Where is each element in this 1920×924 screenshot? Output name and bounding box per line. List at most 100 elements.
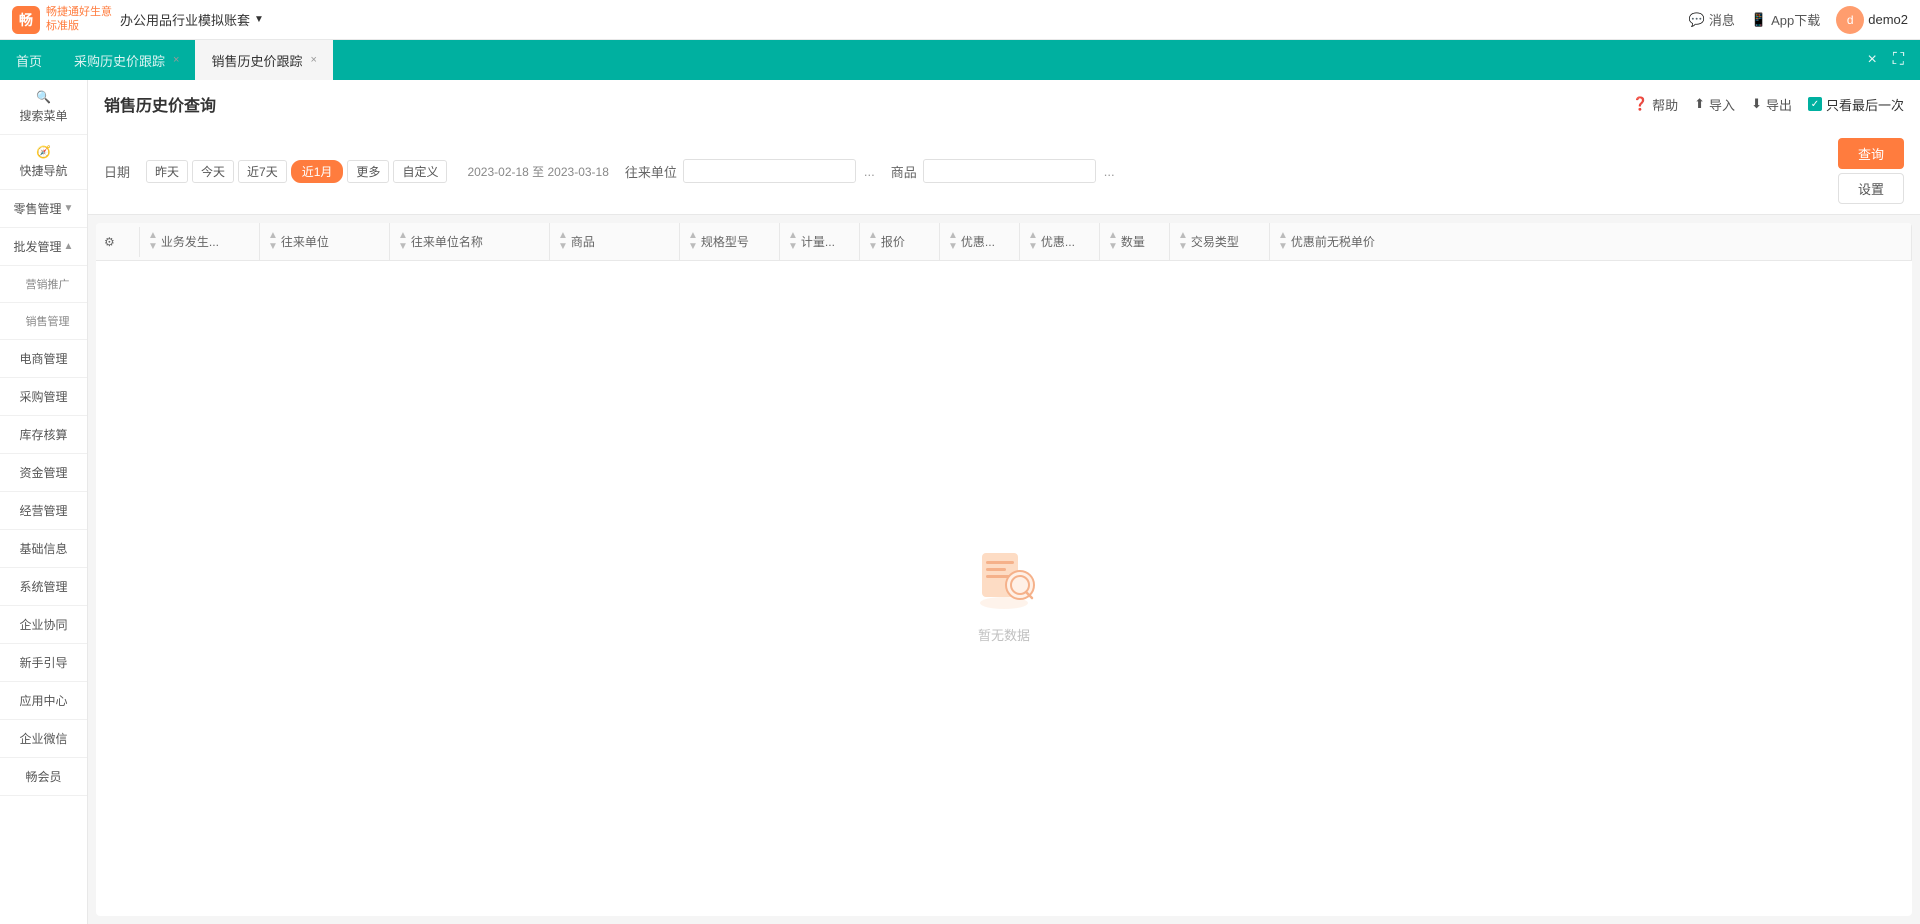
sales-tab-close-icon[interactable]: ×: [310, 54, 316, 66]
table-header: ⚙ ▲▼ 业务发生... ▲▼ 往来单位 ▲▼ 往来单位名称 ▲▼ 商品: [96, 223, 1912, 261]
sidebar-item-inventory[interactable]: 库存核算: [0, 416, 87, 454]
page-actions: ❓ 帮助 ⬆ 导入 ⬇ 导出 ✓ 只看最后一次: [1632, 95, 1904, 114]
disc2-sort-icon: ▲▼: [1028, 231, 1038, 252]
app-download-action[interactable]: 📱 App下载: [1751, 10, 1820, 29]
message-icon: 💬: [1689, 12, 1705, 28]
empty-state: 暂无数据: [96, 261, 1912, 916]
date-sort-icon: ▲▼: [148, 231, 158, 252]
import-button[interactable]: ⬆ 导入: [1694, 95, 1735, 114]
th-quote[interactable]: ▲▼ 报价: [860, 223, 940, 260]
fullscreen-btn[interactable]: ⛶: [1889, 47, 1908, 73]
purchase-tab-label: 采购历史价跟踪: [74, 51, 165, 70]
custom-btn[interactable]: 自定义: [393, 160, 447, 183]
sidebar-item-operations[interactable]: 经营管理: [0, 492, 87, 530]
th-date[interactable]: ▲▼ 业务发生...: [140, 223, 260, 260]
app-title[interactable]: 办公用品行业模拟账套 ▼: [120, 10, 264, 29]
avatar: d: [1836, 6, 1864, 34]
sidebar-item-system[interactable]: 系统管理: [0, 568, 87, 606]
logo-area[interactable]: 畅 畅捷通好生意 标准版: [12, 6, 112, 34]
top-bar-left: 畅 畅捷通好生意 标准版 办公用品行业模拟账套 ▼: [12, 6, 264, 34]
only-last-checkbox[interactable]: ✓: [1808, 97, 1822, 111]
sidebar-item-wechat[interactable]: 企业微信: [0, 720, 87, 758]
empty-icon: [964, 533, 1044, 613]
title-chevron-icon: ▼: [254, 14, 264, 25]
th-qty[interactable]: ▲▼ 数量: [1100, 223, 1170, 260]
logo-text: 畅捷通好生意 标准版: [46, 6, 112, 32]
product-dots-icon[interactable]: ...: [1104, 164, 1115, 179]
qty-sort-icon: ▲▼: [1108, 231, 1118, 252]
sidebar-item-quicknav[interactable]: 🧭 快捷导航: [0, 135, 87, 190]
product-sort-icon: ▲▼: [558, 231, 568, 252]
tab-purchase-history[interactable]: 采购历史价跟踪 ×: [58, 40, 195, 80]
quote-sort-icon: ▲▼: [868, 231, 878, 252]
main-layout: 🔍 搜索菜单 🧭 快捷导航 零售管理 ▼ 批发管理 ▲ 营销推广 销售管理 电商…: [0, 80, 1920, 924]
sidebar-item-search[interactable]: 🔍 搜索菜单: [0, 80, 87, 135]
sidebar-item-purchase[interactable]: 采购管理: [0, 378, 87, 416]
th-disc2[interactable]: ▲▼ 优惠...: [1020, 223, 1100, 260]
sidebar-item-wholesale[interactable]: 批发管理 ▲: [0, 228, 87, 266]
partner-label: 往来单位: [625, 162, 677, 181]
search-icon: 🔍: [36, 90, 51, 104]
yesterday-btn[interactable]: 昨天: [146, 160, 188, 183]
sidebar-item-guide[interactable]: 新手引导: [0, 644, 87, 682]
sidebar-item-finance[interactable]: 资金管理: [0, 454, 87, 492]
th-unit-id[interactable]: ▲▼ 往来单位: [260, 223, 390, 260]
pretax-sort-icon: ▲▼: [1278, 231, 1288, 252]
sidebar-item-cooperation[interactable]: 企业协同: [0, 606, 87, 644]
export-button[interactable]: ⬇ 导出: [1751, 95, 1792, 114]
home-tab-label: 首页: [16, 51, 42, 70]
partner-dots-icon[interactable]: ...: [864, 164, 875, 179]
th-pretax[interactable]: ▲▼ 优惠前无税单价: [1270, 223, 1912, 260]
sidebar-item-salesmgmt[interactable]: 销售管理: [0, 303, 87, 340]
spec-sort-icon: ▲▼: [688, 231, 698, 252]
logo-icon: 畅: [12, 6, 40, 34]
only-last-checkbox-area[interactable]: ✓ 只看最后一次: [1808, 95, 1904, 114]
retail-arrow-icon: ▼: [64, 203, 74, 214]
partner-input[interactable]: [683, 159, 856, 183]
table-container: ⚙ ▲▼ 业务发生... ▲▼ 往来单位 ▲▼ 往来单位名称 ▲▼ 商品: [96, 223, 1912, 916]
close-window-btn[interactable]: ×: [1863, 47, 1880, 73]
sidebar-item-marketing[interactable]: 营销推广: [0, 266, 87, 303]
th-trade-type[interactable]: ▲▼ 交易类型: [1170, 223, 1270, 260]
date-buttons: 昨天 今天 近7天 近1月 更多 自定义: [146, 160, 447, 183]
sidebar-item-appcenter[interactable]: 应用中心: [0, 682, 87, 720]
username[interactable]: demo2: [1868, 12, 1908, 27]
th-unit-name[interactable]: ▲▼ 往来单位名称: [390, 223, 550, 260]
user-area[interactable]: d demo2: [1836, 6, 1908, 34]
query-actions: 查询 设置: [1838, 138, 1904, 204]
product-label: 商品: [891, 162, 917, 181]
tab-bar: 首页 采购历史价跟踪 × 销售历史价跟踪 × × ⛶: [0, 40, 1920, 80]
th-measure[interactable]: ▲▼ 计量...: [780, 223, 860, 260]
setting-button[interactable]: 设置: [1838, 173, 1904, 204]
product-input[interactable]: [923, 159, 1096, 183]
page-title-row: 销售历史价查询 ❓ 帮助 ⬆ 导入 ⬇ 导出 ✓: [104, 92, 1904, 116]
sidebar-item-retail[interactable]: 零售管理 ▼: [0, 190, 87, 228]
query-button[interactable]: 查询: [1838, 138, 1904, 169]
top-bar: 畅 畅捷通好生意 标准版 办公用品行业模拟账套 ▼ 💬 消息 📱 App下载 d…: [0, 0, 1920, 40]
more-btn[interactable]: 更多: [347, 160, 389, 183]
sidebar: 🔍 搜索菜单 🧭 快捷导航 零售管理 ▼ 批发管理 ▲ 营销推广 销售管理 电商…: [0, 80, 88, 924]
th-disc1[interactable]: ▲▼ 优惠...: [940, 223, 1020, 260]
nav-icon: 🧭: [36, 145, 51, 159]
tab-home[interactable]: 首页: [0, 40, 58, 80]
date-range: 2023-02-18 至 2023-03-18: [467, 163, 608, 180]
trade-sort-icon: ▲▼: [1178, 231, 1188, 252]
empty-text: 暂无数据: [978, 625, 1030, 644]
sidebar-item-member[interactable]: 畅会员: [0, 758, 87, 796]
th-product[interactable]: ▲▼ 商品: [550, 223, 680, 260]
page-title: 销售历史价查询: [104, 92, 216, 116]
filter-row: 日期 昨天 今天 近7天 近1月 更多 自定义 2023-02-18 至 202…: [104, 128, 1904, 214]
help-button[interactable]: ❓ 帮助: [1632, 95, 1678, 114]
tab-sales-history[interactable]: 销售历史价跟踪 ×: [195, 40, 332, 80]
gear-icon[interactable]: ⚙: [104, 235, 115, 249]
product-filter: 商品 ...: [891, 159, 1115, 183]
th-gear[interactable]: ⚙: [96, 227, 140, 257]
today-btn[interactable]: 今天: [192, 160, 234, 183]
purchase-tab-close-icon[interactable]: ×: [173, 54, 179, 66]
last7-btn[interactable]: 近7天: [238, 160, 287, 183]
sidebar-item-ecommerce[interactable]: 电商管理: [0, 340, 87, 378]
last1m-btn[interactable]: 近1月: [291, 160, 344, 183]
sidebar-item-basicinfo[interactable]: 基础信息: [0, 530, 87, 568]
th-spec[interactable]: ▲▼ 规格型号: [680, 223, 780, 260]
message-action[interactable]: 💬 消息: [1689, 10, 1735, 29]
